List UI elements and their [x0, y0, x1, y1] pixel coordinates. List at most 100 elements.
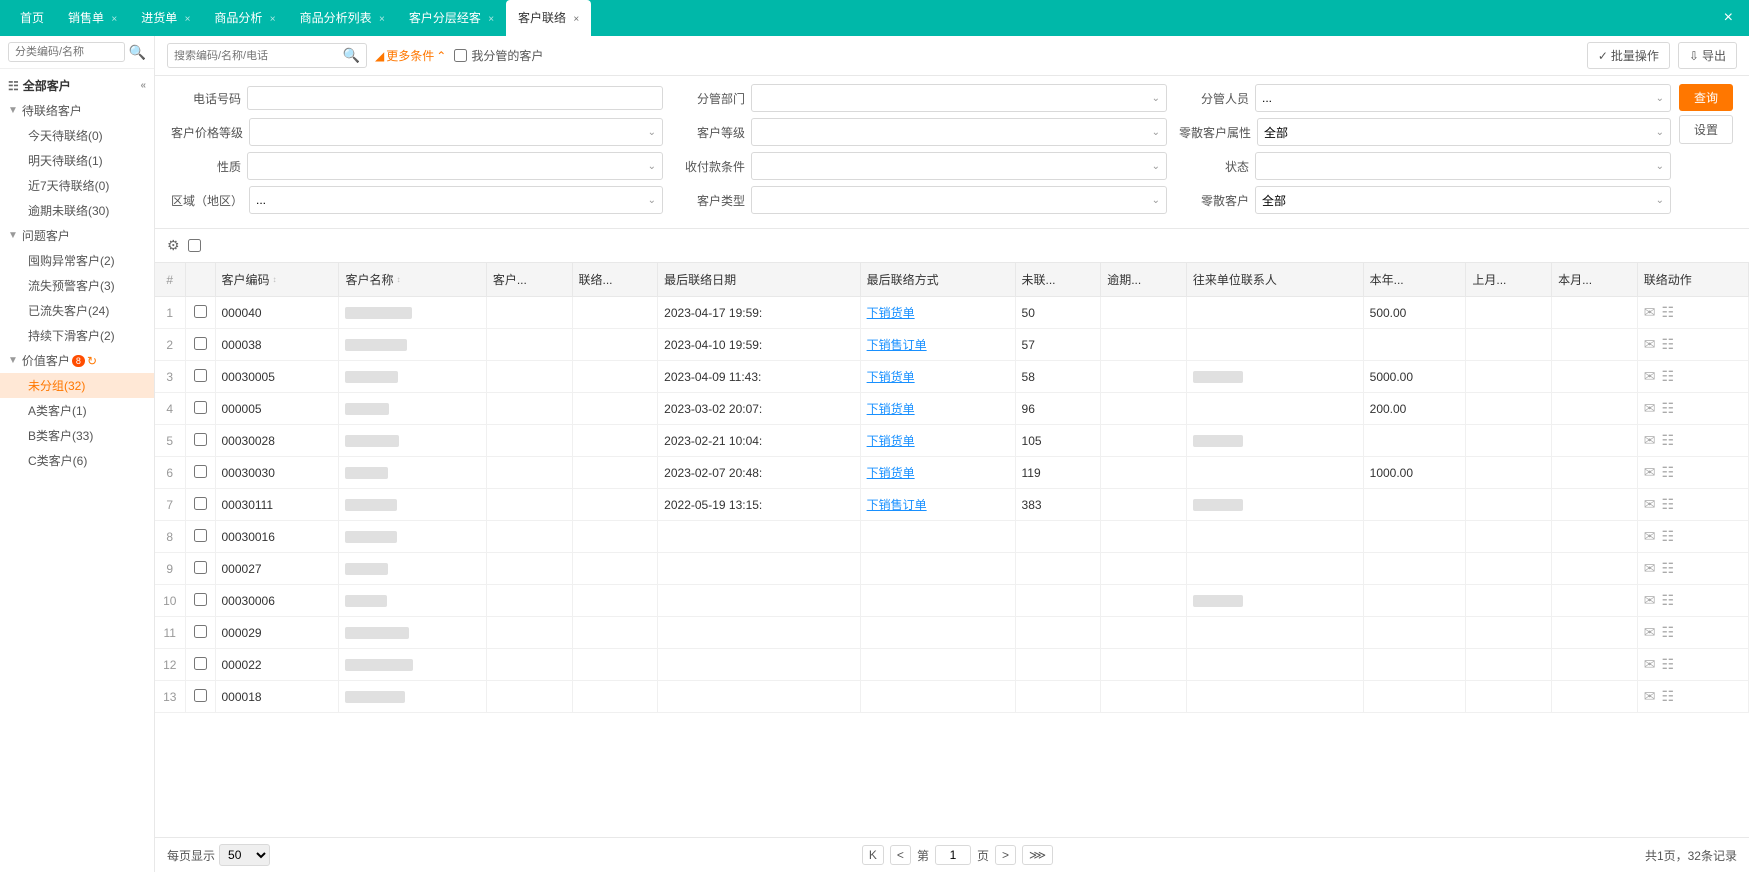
contact-way-link[interactable]: 下销售订单 — [867, 498, 927, 512]
row-checkbox[interactable] — [194, 337, 207, 350]
sidebar-item-class-b[interactable]: B类客户(33) — [0, 423, 154, 448]
payment-select[interactable]: ⌄ — [751, 152, 1167, 180]
nav-product-analysis[interactable]: 商品分析 × — [202, 0, 287, 36]
row-checkbox[interactable] — [194, 305, 207, 318]
grid-action-icon[interactable]: ☷ — [1661, 560, 1674, 577]
cell-checkbox[interactable] — [185, 425, 215, 457]
chat-icon[interactable]: ✉ — [1644, 624, 1656, 641]
dept-select[interactable]: ⌄ — [751, 84, 1167, 112]
last-page-btn[interactable]: ⋙ — [1022, 845, 1053, 865]
nature-select[interactable]: ⌄ — [247, 152, 663, 180]
cell-checkbox[interactable] — [185, 649, 215, 681]
th-code[interactable]: 客户编码 ↕ — [215, 263, 339, 297]
row-checkbox[interactable] — [194, 657, 207, 670]
my-customers-checkbox[interactable]: 我分管的客户 — [454, 47, 543, 64]
close-all-tabs[interactable]: × — [1716, 9, 1741, 27]
cell-checkbox[interactable] — [185, 521, 215, 553]
nav-customer-contact-close[interactable]: × — [573, 14, 579, 25]
price-level-select[interactable]: ⌄ — [249, 118, 663, 146]
more-conditions-btn[interactable]: ◢ 更多条件 ⌃ — [375, 47, 446, 64]
chat-icon[interactable]: ✉ — [1644, 496, 1656, 513]
sidebar-all-customers[interactable]: ☷ 全部客户 « — [0, 69, 154, 98]
grid-action-icon[interactable]: ☷ — [1661, 688, 1674, 705]
sidebar-item-hoarding[interactable]: 囤购异常客户(2) — [0, 248, 154, 273]
row-checkbox[interactable] — [194, 689, 207, 702]
cell-checkbox[interactable] — [185, 361, 215, 393]
th-this-month[interactable]: 本月... — [1552, 263, 1638, 297]
nav-home[interactable]: 首页 — [8, 0, 56, 36]
row-checkbox[interactable] — [194, 561, 207, 574]
grid-action-icon[interactable]: ☷ — [1661, 304, 1674, 321]
nav-sales[interactable]: 销售单 × — [56, 0, 129, 36]
sidebar-item-ungrouped[interactable]: 未分组(32) — [0, 373, 154, 398]
reset-btn[interactable]: 设置 — [1679, 115, 1733, 144]
retail-customer-select[interactable]: 全部 ⌄ — [1255, 186, 1671, 214]
grid-action-icon[interactable]: ☷ — [1661, 336, 1674, 353]
grid-action-icon[interactable]: ☷ — [1661, 432, 1674, 449]
chat-icon[interactable]: ✉ — [1644, 368, 1656, 385]
chat-icon[interactable]: ✉ — [1644, 560, 1656, 577]
grid-action-icon[interactable]: ☷ — [1661, 592, 1674, 609]
region-select[interactable]: ... ⌄ — [249, 186, 663, 214]
row-checkbox[interactable] — [194, 401, 207, 414]
row-checkbox[interactable] — [194, 369, 207, 382]
contact-way-link[interactable]: 下销货单 — [867, 306, 915, 320]
grid-action-icon[interactable]: ☷ — [1661, 464, 1674, 481]
query-btn[interactable]: 查询 — [1679, 84, 1733, 111]
sidebar-item-7days[interactable]: 近7天待联络(0) — [0, 173, 154, 198]
th-unit-contact[interactable]: 往来单位联系人 — [1186, 263, 1363, 297]
sidebar-group-value[interactable]: ▼ 价值客户 8 ↻ — [0, 348, 154, 373]
chat-icon[interactable]: ✉ — [1644, 432, 1656, 449]
page-size-select[interactable]: 50 100 200 — [219, 844, 270, 866]
th-not-contacted[interactable]: 未联... — [1015, 263, 1101, 297]
th-this-year[interactable]: 本年... — [1363, 263, 1466, 297]
sidebar-item-declining[interactable]: 持续下滑客户(2) — [0, 323, 154, 348]
search-input[interactable] — [174, 50, 343, 62]
chat-icon[interactable]: ✉ — [1644, 304, 1656, 321]
sidebar-item-class-c[interactable]: C类客户(6) — [0, 448, 154, 473]
row-checkbox[interactable] — [194, 625, 207, 638]
first-page-btn[interactable]: K — [862, 845, 884, 865]
cell-checkbox[interactable] — [185, 393, 215, 425]
sidebar-search-input[interactable] — [8, 42, 125, 62]
nav-product-list-close[interactable]: × — [379, 14, 385, 25]
chat-icon[interactable]: ✉ — [1644, 688, 1656, 705]
contact-way-link[interactable]: 下销货单 — [867, 466, 915, 480]
nav-purchase[interactable]: 进货单 × — [129, 0, 202, 36]
th-overdue[interactable]: 逾期... — [1101, 263, 1187, 297]
chat-icon[interactable]: ✉ — [1644, 464, 1656, 481]
page-number-input[interactable] — [935, 845, 971, 865]
cell-checkbox[interactable] — [185, 297, 215, 329]
row-checkbox[interactable] — [194, 465, 207, 478]
cell-checkbox[interactable] — [185, 329, 215, 361]
row-checkbox[interactable] — [194, 529, 207, 542]
th-contact[interactable]: 联络... — [572, 263, 658, 297]
grid-action-icon[interactable]: ☷ — [1661, 656, 1674, 673]
select-all-checkbox[interactable] — [188, 239, 201, 252]
nav-customer-tier-close[interactable]: × — [488, 14, 494, 25]
retail-attr-select[interactable]: 全部 ⌄ — [1257, 118, 1671, 146]
nav-sales-close[interactable]: × — [111, 14, 117, 25]
customer-level-select[interactable]: ⌄ — [751, 118, 1167, 146]
sidebar-item-overdue[interactable]: 逾期未联络(30) — [0, 198, 154, 223]
contact-way-link[interactable]: 下销货单 — [867, 434, 915, 448]
th-last-contact-date[interactable]: 最后联络日期 — [658, 263, 860, 297]
settings-icon[interactable]: ⚙ — [163, 235, 184, 256]
sidebar-group-pending[interactable]: ▼ 待联络客户 — [0, 98, 154, 123]
grid-action-icon[interactable]: ☷ — [1661, 368, 1674, 385]
chat-icon[interactable]: ✉ — [1644, 528, 1656, 545]
batch-op-btn[interactable]: ✓ 批量操作 — [1587, 42, 1670, 69]
contact-way-link[interactable]: 下销货单 — [867, 370, 915, 384]
sidebar-item-tomorrow[interactable]: 明天待联络(1) — [0, 148, 154, 173]
th-name[interactable]: 客户名称 ↕ — [339, 263, 486, 297]
cell-checkbox[interactable] — [185, 553, 215, 585]
grid-action-icon[interactable]: ☷ — [1661, 624, 1674, 641]
cell-checkbox[interactable] — [185, 617, 215, 649]
refresh-icon[interactable]: ↻ — [87, 354, 97, 368]
cell-checkbox[interactable] — [185, 585, 215, 617]
nav-product-list[interactable]: 商品分析列表 × — [288, 0, 397, 36]
chat-icon[interactable]: ✉ — [1644, 400, 1656, 417]
chat-icon[interactable]: ✉ — [1644, 592, 1656, 609]
nav-purchase-close[interactable]: × — [185, 14, 191, 25]
th-type[interactable]: 客户... — [486, 263, 572, 297]
